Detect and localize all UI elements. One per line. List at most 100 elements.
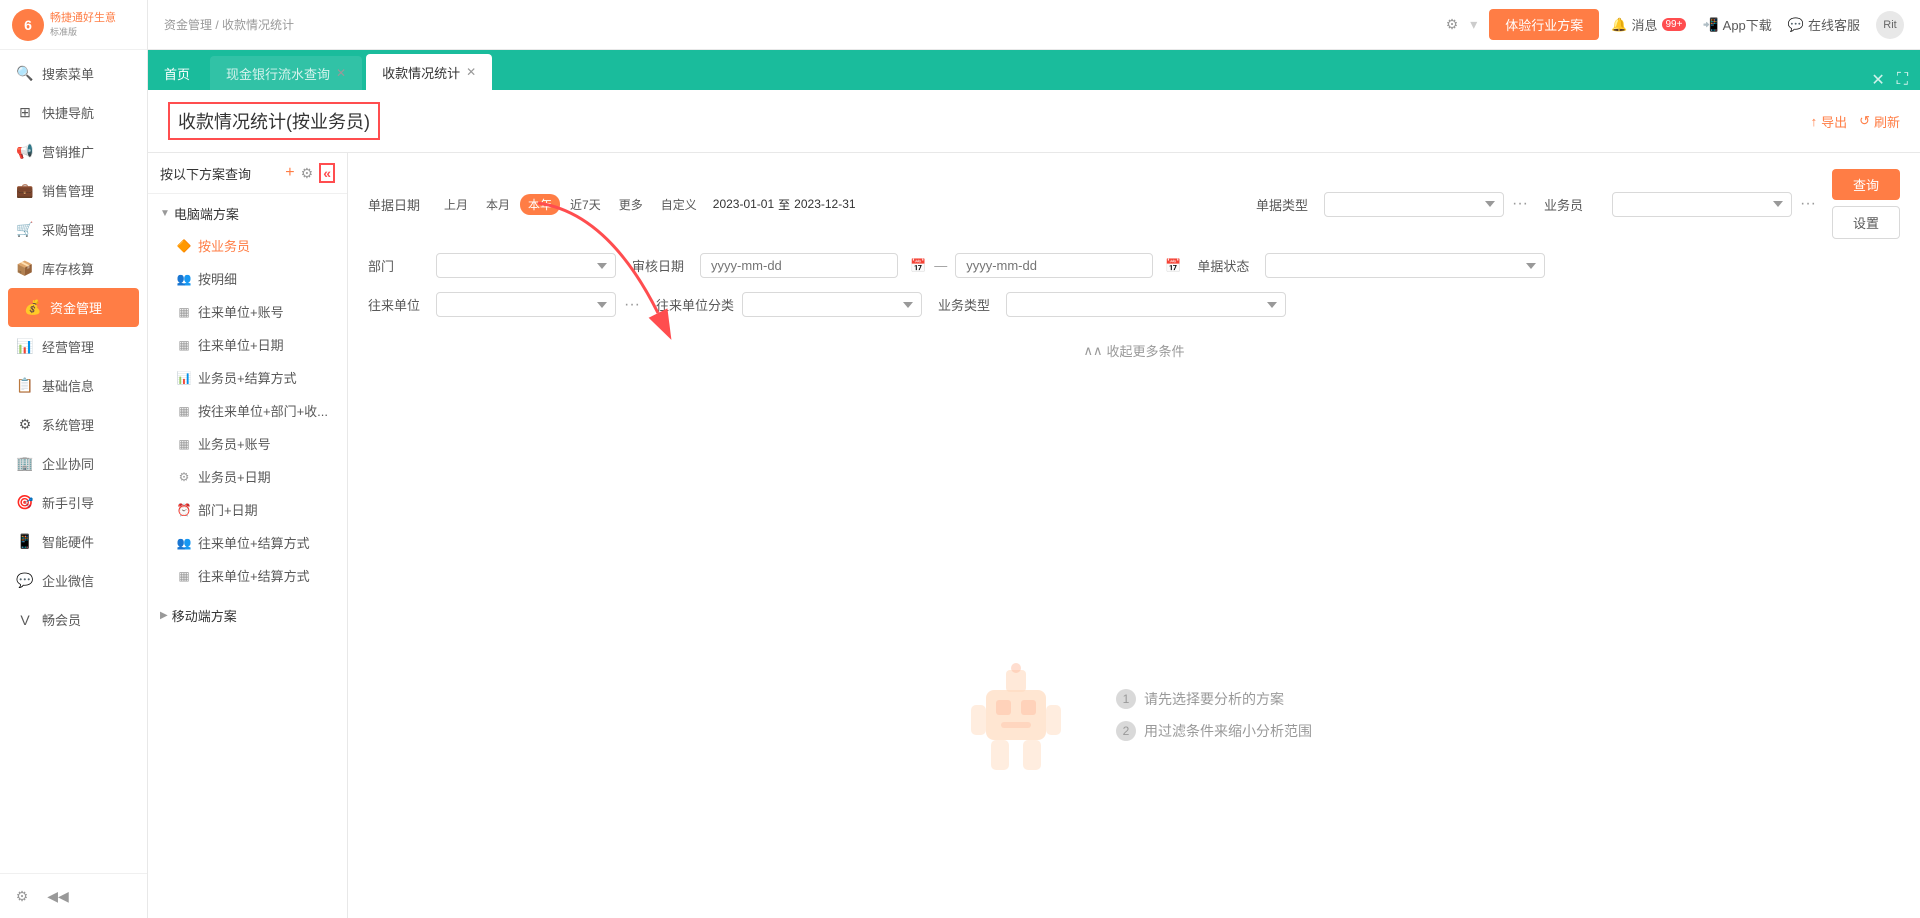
scheme-group-mobile-header[interactable]: ▶ 移动端方案 (148, 600, 347, 631)
sidebar-item-inventory[interactable]: 📦 库存核算 (0, 249, 147, 288)
calendar-to-icon[interactable]: 📅 (1165, 258, 1181, 274)
sidebar-item-search[interactable]: 🔍 搜索菜单 (0, 54, 147, 93)
scheme-item-8[interactable]: ⏰ 部门+日期 (148, 493, 347, 526)
scheme-item-4[interactable]: 📊 业务员+结算方式 (148, 361, 347, 394)
enterprise-icon: 🏢 (16, 455, 34, 473)
tab-receipt-close[interactable]: ✕ (466, 65, 476, 79)
scheme-collapse-btn[interactable]: « (319, 163, 335, 183)
search-icon: 🔍 (16, 65, 34, 83)
refresh-btn[interactable]: ↺ 刷新 (1859, 112, 1900, 131)
collapse-more-btn[interactable]: ∧∧ 收起更多条件 (1083, 341, 1184, 360)
maximize-window-icon[interactable]: ⛶ (1897, 71, 1908, 89)
scheme-item-1[interactable]: 👥 按明细 (148, 262, 347, 295)
marketing-icon: 📢 (16, 143, 34, 161)
filter-partner-item: 往来单位 ··· (368, 292, 640, 317)
voucher-type-more[interactable]: ··· (1512, 195, 1528, 213)
collapse-sidebar-btn[interactable]: ◀◀ (44, 882, 72, 910)
sidebar-item-label: 资金管理 (50, 298, 102, 317)
trial-btn[interactable]: 体验行业方案 (1489, 9, 1599, 40)
tab-home[interactable]: 首页 (148, 56, 206, 90)
date-tab-7days[interactable]: 近7天 (562, 194, 609, 215)
close-window-icon[interactable]: ✕ (1871, 70, 1884, 90)
tab-bank-close[interactable]: ✕ (336, 66, 346, 80)
sidebar-item-wechat[interactable]: 💬 企业微信 (0, 561, 147, 600)
date-tabs: 上月 本月 本年 近7天 更多 自定义 (436, 194, 705, 215)
scheme-item-6[interactable]: ▦ 业务员+账号 (148, 427, 347, 460)
review-date-to[interactable] (955, 253, 1153, 278)
user-avatar[interactable]: Rit (1876, 11, 1904, 39)
filter-salesman-item: 业务员 ··· (1544, 192, 1816, 217)
sidebar-item-finance[interactable]: 💰 资金管理 (8, 288, 139, 327)
logo-text-block: 畅捷通好生意 标准版 (50, 11, 116, 38)
query-btn[interactable]: 查询 (1832, 169, 1900, 200)
sidebar-item-marketing[interactable]: 📢 营销推广 (0, 132, 147, 171)
scheme-item-5[interactable]: ▦ 按往来单位+部门+收... (148, 394, 347, 427)
finance-icon: 💰 (24, 299, 42, 317)
sidebar-item-system[interactable]: ⚙ 系统管理 (0, 405, 147, 444)
partner-more[interactable]: ··· (624, 296, 640, 314)
guide-icon: 🎯 (16, 494, 34, 512)
date-separator: 至 (778, 196, 790, 213)
settings-gear-icon[interactable]: ⚙ (1446, 16, 1459, 33)
sidebar-item-label: 新手引导 (42, 493, 94, 512)
sidebar-item-purchase[interactable]: 🛒 采购管理 (0, 210, 147, 249)
scheme-add-btn[interactable]: + (285, 164, 294, 182)
salesman-more[interactable]: ··· (1800, 195, 1816, 213)
date-tab-more[interactable]: 更多 (611, 194, 651, 215)
settings-bottom-btn[interactable]: ⚙ (8, 882, 36, 910)
scheme-setting-btn[interactable]: ⚙ (301, 165, 314, 182)
date-tab-this-month[interactable]: 本月 (478, 194, 518, 215)
sidebar-item-basic[interactable]: 📋 基础信息 (0, 366, 147, 405)
sidebar-item-quicknav[interactable]: ⊞ 快捷导航 (0, 93, 147, 132)
operation-icon: 📊 (16, 338, 34, 356)
date-dash: — (934, 258, 947, 273)
voucher-type-select[interactable] (1324, 192, 1504, 217)
sidebar-item-member[interactable]: V 畅会员 (0, 600, 147, 639)
partner-select[interactable] (436, 292, 616, 317)
sidebar-item-label: 快捷导航 (42, 103, 94, 122)
sidebar-item-label: 销售管理 (42, 181, 94, 200)
sidebar-item-guide[interactable]: 🎯 新手引导 (0, 483, 147, 522)
scheme-group-desktop: ▼ 电脑端方案 🔶 按业务员 👥 按明细 ▦ 往来单位+账号 (148, 194, 347, 596)
voucher-status-select[interactable] (1265, 253, 1545, 278)
scheme-group-desktop-header[interactable]: ▼ 电脑端方案 (148, 198, 347, 229)
biz-type-select[interactable] (1006, 292, 1286, 317)
review-date-from[interactable] (700, 253, 898, 278)
calendar-from-icon[interactable]: 📅 (910, 258, 926, 274)
breadcrumb: 资金管理 / 收款情况统计 (164, 16, 1434, 33)
online-service-btn[interactable]: 💬 在线客服 (1788, 15, 1860, 34)
notification-btn[interactable]: 🔔 消息 99+ (1611, 15, 1686, 34)
export-btn[interactable]: ↑ 导出 (1811, 112, 1848, 131)
scheme-item-10[interactable]: ▦ 往来单位+结算方式 (148, 559, 347, 592)
tab-receipt[interactable]: 收款情况统计 ✕ (366, 54, 492, 90)
sidebar-nav: 🔍 搜索菜单 ⊞ 快捷导航 📢 营销推广 💼 销售管理 🛒 采购管理 📦 库存核… (0, 50, 147, 873)
date-tab-this-year[interactable]: 本年 (520, 194, 560, 215)
dept-select[interactable] (436, 253, 616, 278)
scheme-item-7[interactable]: ⚙ 业务员+日期 (148, 460, 347, 493)
tab-bank[interactable]: 现金银行流水查询 ✕ (210, 56, 362, 90)
scheme-item-2[interactable]: ▦ 往来单位+账号 (148, 295, 347, 328)
date-tab-custom[interactable]: 自定义 (653, 194, 705, 215)
main-area: 资金管理 / 收款情况统计 ⚙ ▾ 体验行业方案 🔔 消息 99+ 📲 App下… (148, 0, 1920, 918)
filter-date-item: 单据日期 上月 本月 本年 近7天 更多 自定义 2023-01-01 (368, 194, 856, 215)
scheme-item-9[interactable]: 👥 往来单位+结算方式 (148, 526, 347, 559)
app-download-btn[interactable]: 📲 App下载 (1702, 15, 1771, 34)
scheme-item-3[interactable]: ▦ 往来单位+日期 (148, 328, 347, 361)
sidebar-item-sales[interactable]: 💼 销售管理 (0, 171, 147, 210)
date-tab-last-month[interactable]: 上月 (436, 194, 476, 215)
empty-tip-1: 1 请先选择要分析的方案 (1116, 689, 1312, 709)
sidebar-item-operation[interactable]: 📊 经营管理 (0, 327, 147, 366)
system-icon: ⚙ (16, 416, 34, 434)
sidebar-item-label: 企业微信 (42, 571, 94, 590)
topbar-actions: 🔔 消息 99+ 📲 App下载 💬 在线客服 Rit (1611, 11, 1904, 39)
sidebar-item-hardware[interactable]: 📱 智能硬件 (0, 522, 147, 561)
scheme-header: 按以下方案查询 + ⚙ « (148, 153, 347, 194)
scheme-item-label-2: 往来单位+账号 (198, 302, 284, 321)
bell-icon: 🔔 (1611, 17, 1627, 33)
setting-btn[interactable]: 设置 (1832, 206, 1900, 239)
scheme-item-0[interactable]: 🔶 按业务员 (148, 229, 347, 262)
salesman-select[interactable] (1612, 192, 1792, 217)
sidebar-item-enterprise[interactable]: 🏢 企业协同 (0, 444, 147, 483)
partner-category-select[interactable] (742, 292, 922, 317)
date-to: 2023-12-31 (794, 197, 855, 211)
